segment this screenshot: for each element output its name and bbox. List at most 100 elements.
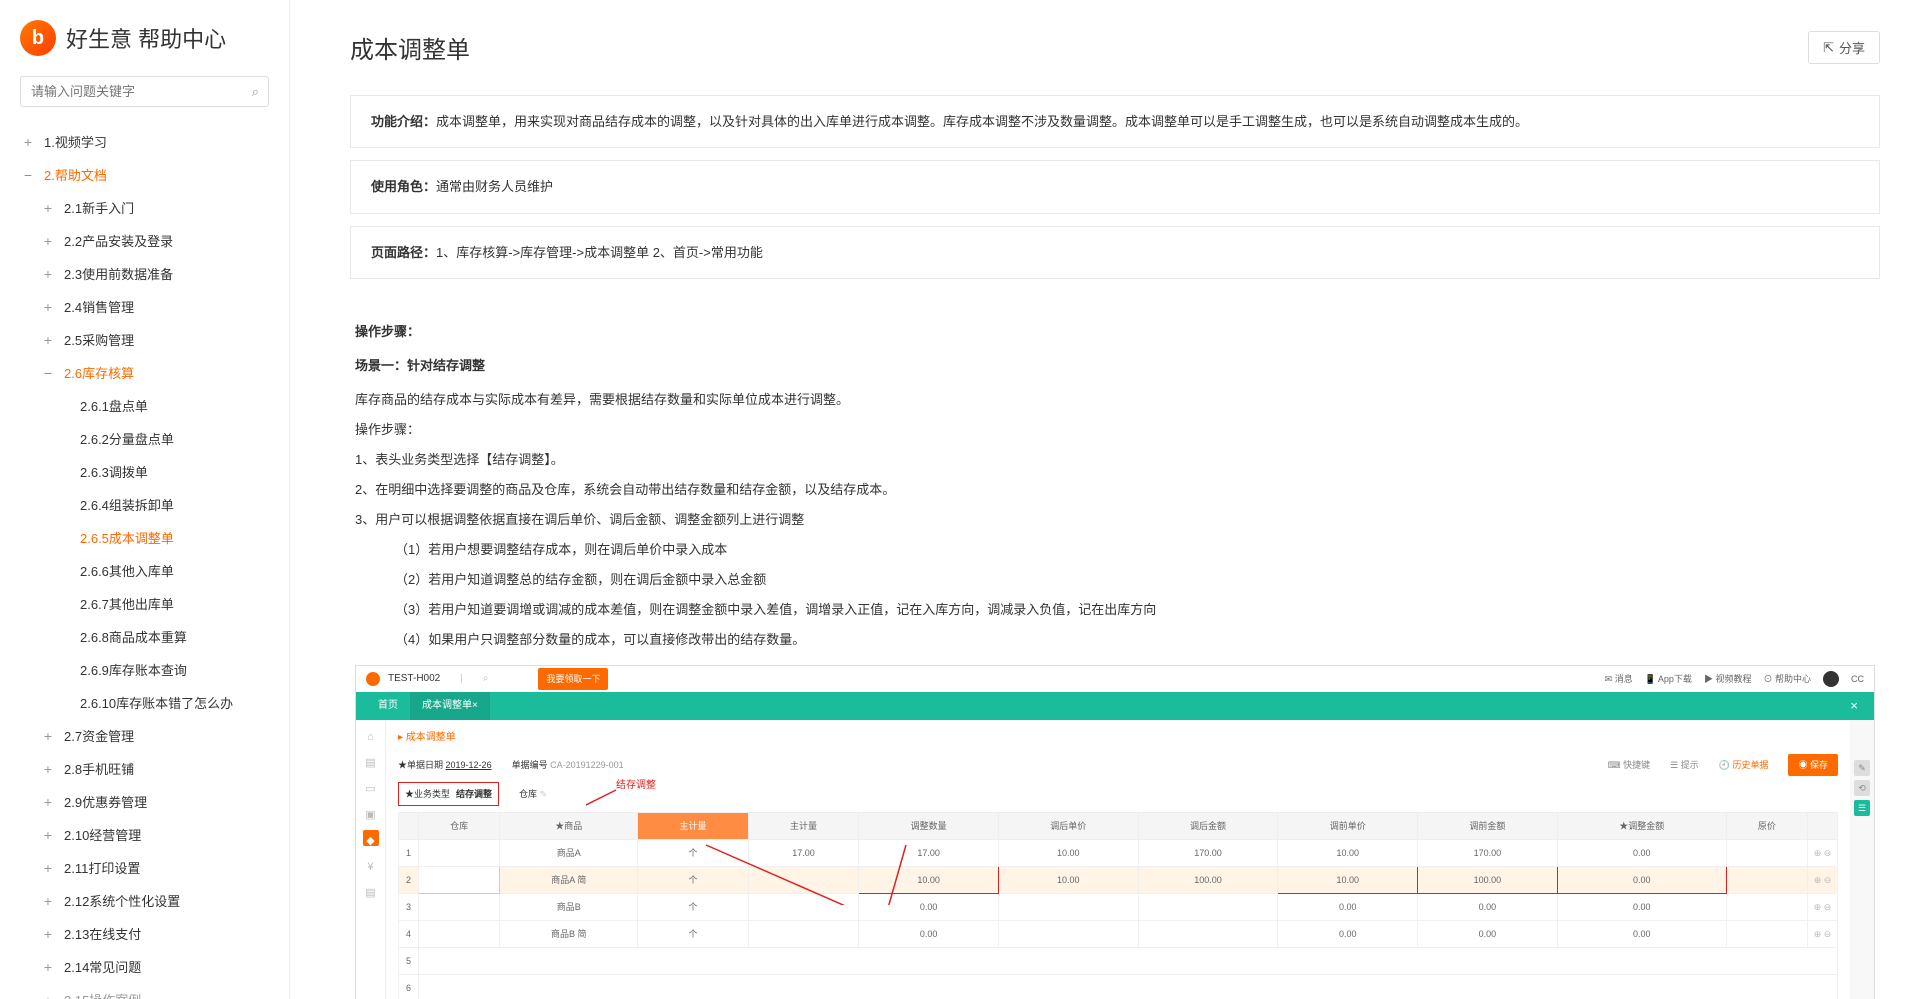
nav-2-6-4[interactable]: 2.6.4组装拆卸单 [20,488,289,521]
brand-logo: b 好生意 帮助中心 [20,20,289,56]
nav-2-13[interactable]: +2.13在线支付 [20,917,289,950]
home-icon: ⌂ [363,726,379,742]
share-button[interactable]: ⇱ 分享 [1808,31,1880,64]
nav-2-6-1[interactable]: 2.6.1盘点单 [20,389,289,422]
plus-icon: + [40,827,56,843]
table-row: 5 [399,948,1838,975]
nav-2-12[interactable]: +2.12系统个性化设置 [20,884,289,917]
plus-icon: + [40,200,56,216]
nav-2-15[interactable]: +2.15操作案例 [20,983,289,999]
tool-icon: ⟲ [1854,780,1870,796]
plus-icon: + [40,233,56,249]
ss-test-id: TEST-H002 [388,669,440,689]
tool-icon: ☰ [1854,800,1870,816]
page-title: 成本调整单 [350,30,470,65]
nav-2-6-9[interactable]: 2.6.9库存账本查询 [20,653,289,686]
role-box: 使用角色：通常由财务人员维护 [350,160,1880,213]
nav-2-6-2[interactable]: 2.6.2分量盘点单 [20,422,289,455]
nav-2-6-6[interactable]: 2.6.6其他入库单 [20,554,289,587]
nav-video-learning[interactable]: +1.视频学习 [20,125,289,158]
nav-help-docs[interactable]: −2.帮助文档 [20,158,289,191]
plus-icon: + [40,761,56,777]
ss-logo-icon [366,672,380,686]
minus-icon: − [20,167,36,183]
step-3-1: （1）若用户想要调整结存成本，则在调后单价中录入成本 [355,537,1875,563]
logo-icon: b [20,20,56,56]
path-label: 页面路径： [371,245,436,260]
step-2: 2、在明细中选择要调整的商品及仓库，系统会自动带出结存数量和结存金额，以及结存成… [355,477,1875,503]
ss-topbar: TEST-H002 | ⌕ 我要领取一下 ✉ 消息 📱 App下载 ▶ 视频教程… [356,666,1874,692]
nav-2-2[interactable]: +2.2产品安装及登录 [20,224,289,257]
ss-avatar-icon [1823,671,1839,687]
step-3-3: （3）若用户知道要调增或调减的成本差值，则在调整金额中录入差值，调增录入正值，记… [355,597,1875,623]
plus-icon: + [40,332,56,348]
ss-tab-home: 首页 [366,696,410,716]
table-row: 1商品A个17.0017.0010.00170.0010.00170.000.0… [399,840,1838,867]
nav-2-6-5[interactable]: 2.6.5成本调整单 [20,521,289,554]
ss-breadcrumb: ▸ 成本调整单 [398,728,1838,748]
role-label: 使用角色： [371,179,436,194]
search-input[interactable] [20,76,269,107]
ss-data-table: 仓库 ★商品 主计量 主计量 调整数量 调后单价 调后金额 调前单价 调前金额 … [398,812,1838,999]
nav-2-10[interactable]: +2.10经营管理 [20,818,289,851]
nav-2-7[interactable]: +2.7资金管理 [20,719,289,752]
nav-2-6-10[interactable]: 2.6.10库存账本错了怎么办 [20,686,289,719]
ss-claim-btn: 我要领取一下 [538,668,608,690]
scene1-title: 场景一：针对结存调整 [355,353,1875,379]
ss-right-tools: ✎ ⟲ ☰ [1850,720,1874,999]
nav-2-6-8[interactable]: 2.6.8商品成本重算 [20,620,289,653]
nav-2-8[interactable]: +2.8手机旺铺 [20,752,289,785]
file-icon: ▭ [363,778,379,794]
ss-user: CC [1851,670,1864,688]
search-box: ⌕ [20,76,269,107]
ss-app: 📱 App下载 [1645,670,1692,688]
ss-help: ⊙ 帮助中心 [1763,670,1811,688]
role-text: 通常由财务人员维护 [436,179,553,194]
ss-content: ▸ 成本调整单 ★单据日期 2019-12-26 单据编号 CA-2019122… [386,720,1850,999]
chart-icon: ▤ [363,882,379,898]
plus-icon: + [40,893,56,909]
brand-name: 好生意 帮助中心 [66,22,226,54]
ss-tutorial: ▶ 视频教程 [1704,670,1752,688]
ss-left-nav: ⌂ ▤ ▭ ▣ ◆ ¥ ▤ [356,720,386,999]
plus-icon: + [40,728,56,744]
plus-icon: + [40,299,56,315]
nav-2-5[interactable]: +2.5采购管理 [20,323,289,356]
intro-box: 功能介绍：成本调整单，用来实现对商品结存成本的调整，以及针对具体的出入库单进行成… [350,95,1880,148]
intro-label: 功能介绍： [371,114,436,129]
scene1-desc: 库存商品的结存成本与实际成本有差异，需要根据结存数量和实际单位成本进行调整。 [355,387,1875,413]
box-icon: ▣ [363,804,379,820]
nav-2-6[interactable]: −2.6库存核算 [20,356,289,389]
doc-icon: ▤ [363,752,379,768]
table-row: 6 [399,975,1838,999]
plus-icon: + [40,926,56,942]
plus-icon: + [40,992,56,999]
nav-2-1[interactable]: +2.1新手入门 [20,191,289,224]
active-icon: ◆ [363,830,379,846]
nav-2-14[interactable]: +2.14常见问题 [20,950,289,983]
main-content: 成本调整单 ⇱ 分享 功能介绍：成本调整单，用来实现对商品结存成本的调整，以及针… [290,0,1920,999]
nav-2-11[interactable]: +2.11打印设置 [20,851,289,884]
close-icon: × [1850,693,1864,719]
steps-section: 操作步骤： 场景一：针对结存调整 库存商品的结存成本与实际成本有差异，需要根据结… [350,291,1880,999]
ss-annotation-1: 结存调整 [616,776,656,796]
nav-2-4[interactable]: +2.4销售管理 [20,290,289,323]
ss-msg: ✉ 消息 [1605,670,1633,688]
path-text: 1、库存核算->库存管理->成本调整单 2、首页->常用功能 [436,245,763,260]
nav-2-6-7[interactable]: 2.6.7其他出库单 [20,587,289,620]
nav-2-9[interactable]: +2.9优惠券管理 [20,785,289,818]
plus-icon: + [20,134,36,150]
search-icon[interactable]: ⌕ [252,84,259,100]
intro-text: 成本调整单，用来实现对商品结存成本的调整，以及针对具体的出入库单进行成本调整。库… [436,114,1528,129]
ss-tab-current: 成本调整单 × [410,692,490,720]
nav-2-3[interactable]: +2.3使用前数据准备 [20,257,289,290]
minus-icon: − [40,365,56,381]
nav-2-6-3[interactable]: 2.6.3调拨单 [20,455,289,488]
share-icon: ⇱ [1823,40,1834,56]
sidebar: b 好生意 帮助中心 ⌕ +1.视频学习 −2.帮助文档 +2.1新手入门 +2… [0,0,290,999]
path-box: 页面路径：1、库存核算->库存管理->成本调整单 2、首页->常用功能 [350,226,1880,279]
step-3-4: （4）如果用户只调整部分数量的成本，可以直接修改带出的结存数量。 [355,627,1875,653]
plus-icon: + [40,959,56,975]
step-3: 3、用户可以根据调整依据直接在调后单价、调后金额、调整金额列上进行调整 [355,507,1875,533]
step-1: 1、表头业务类型选择【结存调整】。 [355,447,1875,473]
